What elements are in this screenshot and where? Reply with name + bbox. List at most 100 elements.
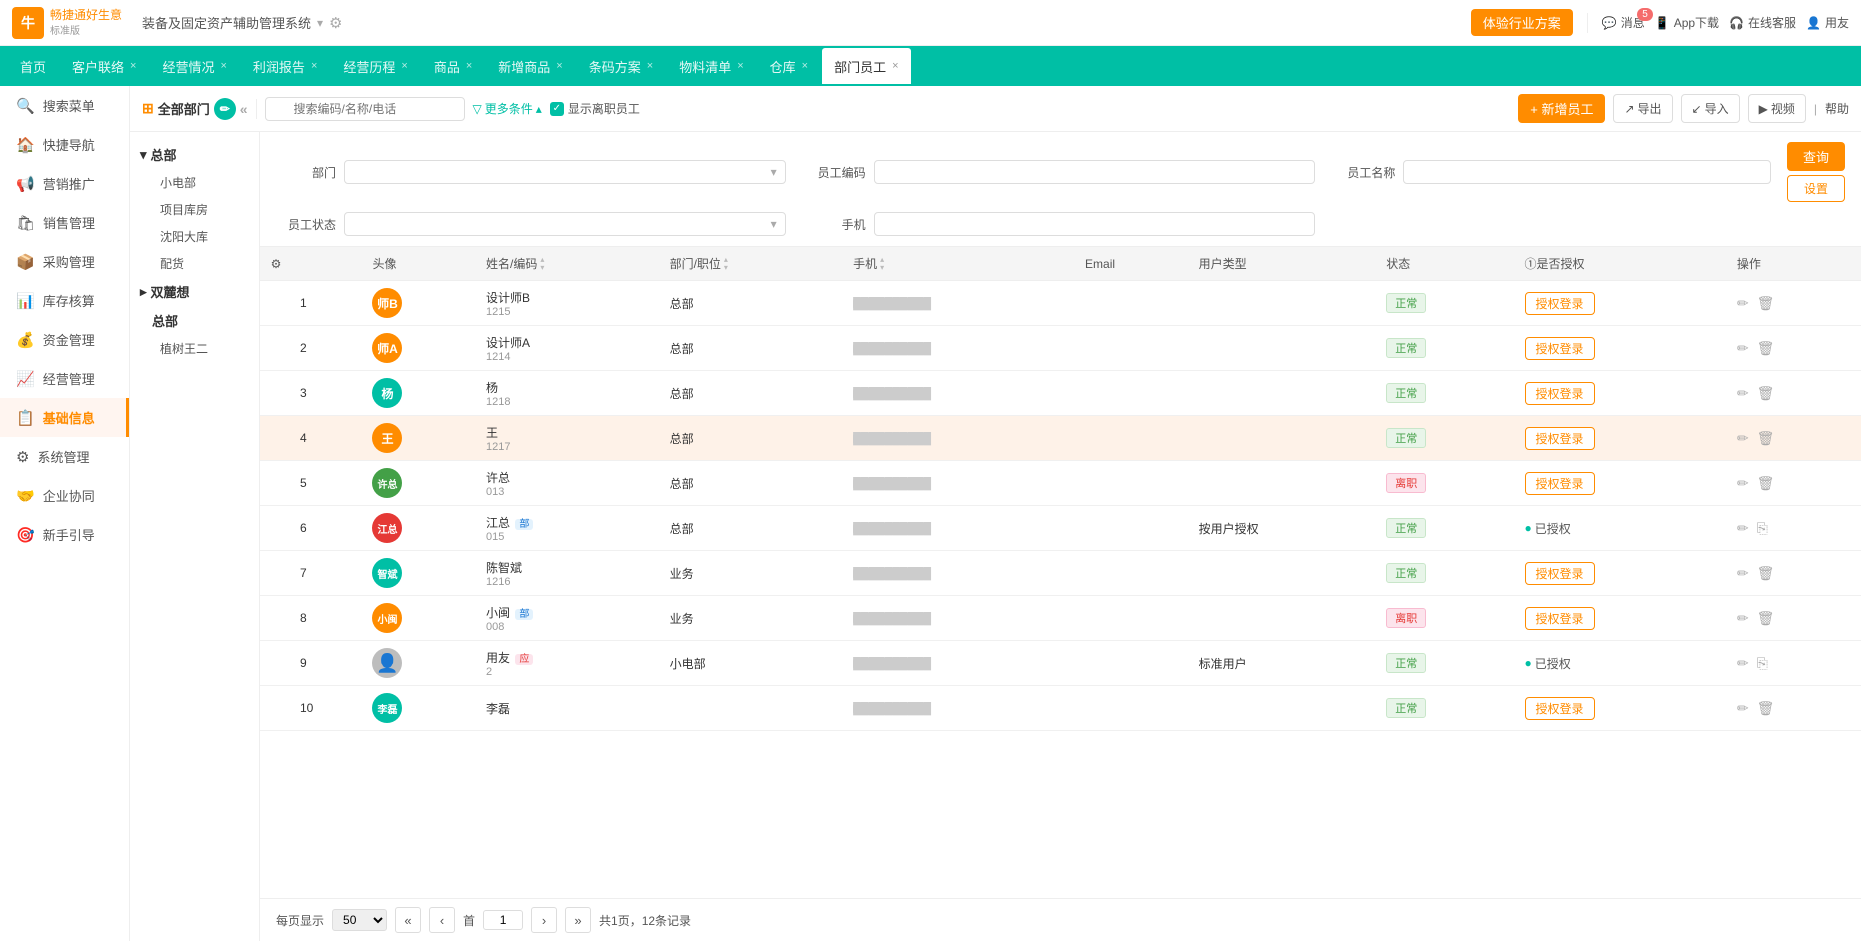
edit-btn[interactable]: ✏	[1737, 340, 1749, 357]
tab-goods[interactable]: 商品×	[422, 48, 484, 84]
online-service-btn[interactable]: 🎧 在线客服	[1729, 14, 1796, 31]
tab-close-addgoods[interactable]: ×	[556, 60, 562, 72]
message-btn[interactable]: 💬 消息 5	[1602, 14, 1645, 31]
tab-business-status[interactable]: 经营情况×	[150, 48, 238, 84]
tab-close-bstatus[interactable]: ×	[220, 60, 226, 72]
auth-login-btn[interactable]: 授权登录	[1525, 292, 1595, 315]
sidebar-item-marketing[interactable]: 📢 营销推广	[0, 164, 129, 203]
auth-login-btn[interactable]: 授权登录	[1525, 472, 1595, 495]
view-btn[interactable]: ▶ 视频	[1748, 94, 1806, 123]
help-label[interactable]: 帮助	[1825, 100, 1849, 117]
search-btn[interactable]: 查询	[1787, 142, 1845, 171]
dept-item-project-room[interactable]: 项目库房	[130, 196, 259, 223]
dept-select[interactable]: ▾	[344, 160, 786, 184]
next-page-btn[interactable]: ›	[531, 907, 557, 933]
dept-item-distribution[interactable]: 配货	[130, 250, 259, 277]
sidebar-item-basic-info[interactable]: 📋 基础信息	[0, 398, 129, 437]
show-resigned-toggle[interactable]: 显示离职员工	[550, 100, 640, 117]
edit-btn[interactable]: ✏	[1737, 295, 1749, 312]
tab-close-customer[interactable]: ×	[130, 60, 136, 72]
sidebar-item-search[interactable]: 🔍 搜索菜单	[0, 86, 129, 125]
per-page-select[interactable]: 50 100 200	[332, 909, 387, 931]
tab-customer[interactable]: 客户联络×	[60, 48, 148, 84]
tab-close-goods[interactable]: ×	[466, 60, 472, 72]
sidebar-item-enterprise[interactable]: 🤝 企业协同	[0, 476, 129, 515]
edit-dept-btn[interactable]: ✏	[214, 98, 236, 120]
sidebar-item-quick-nav[interactable]: 🏠 快捷导航	[0, 125, 129, 164]
last-page-btn[interactable]: »	[565, 907, 591, 933]
first-page-btn[interactable]: «	[395, 907, 421, 933]
edit-btn[interactable]: ✏	[1737, 430, 1749, 447]
auth-login-btn[interactable]: 授权登录	[1525, 562, 1595, 585]
tab-close-staff[interactable]: ×	[892, 60, 898, 72]
export-btn[interactable]: ↗ 导出	[1613, 94, 1672, 123]
edit-btn[interactable]: ✏	[1737, 655, 1749, 672]
tab-material[interactable]: 物料清单×	[667, 48, 755, 84]
sidebar-item-purchase[interactable]: 📦 采购管理	[0, 242, 129, 281]
dept-item-small-elec[interactable]: 小电部	[130, 169, 259, 196]
delete-btn[interactable]: 🗑	[1757, 385, 1775, 402]
dept-item-headquarters[interactable]: ▾ 总部	[130, 140, 259, 169]
dept-item-shenyang[interactable]: 沈阳大库	[130, 223, 259, 250]
tab-close-barcode[interactable]: ×	[647, 60, 653, 72]
help-icon[interactable]: |	[1814, 102, 1817, 116]
delete-btn[interactable]: 🗑	[1757, 700, 1775, 717]
dept-item-hq[interactable]: 总部	[130, 306, 259, 335]
edit-btn[interactable]: ✏	[1737, 700, 1749, 717]
delete-btn[interactable]: 🗑	[1757, 430, 1775, 447]
tab-warehouse[interactable]: 仓库×	[758, 48, 820, 84]
dept-item-double-dream[interactable]: ▸ 双麓想	[130, 277, 259, 306]
sidebar-item-operation[interactable]: 📈 经营管理	[0, 359, 129, 398]
delete-btn[interactable]: 🗑	[1757, 475, 1775, 492]
set-btn[interactable]: 设置	[1787, 175, 1845, 202]
dept-item-planting[interactable]: 植树王二	[130, 335, 259, 362]
copy-btn[interactable]: ⎘	[1757, 655, 1768, 672]
current-page-input[interactable]	[483, 910, 523, 930]
user-menu-btn[interactable]: 👤 用友	[1806, 14, 1849, 31]
tab-home[interactable]: 首页	[8, 48, 58, 84]
try-industry-btn[interactable]: 体验行业方案	[1471, 9, 1573, 36]
col-dept[interactable]: 部门/职位 ▴▾	[662, 247, 846, 281]
sidebar-item-sales[interactable]: 🛍 销售管理	[0, 203, 129, 242]
auth-login-btn[interactable]: 授权登录	[1525, 382, 1595, 405]
settings-icon[interactable]: ⚙	[329, 14, 342, 32]
edit-btn[interactable]: ✏	[1737, 385, 1749, 402]
edit-btn[interactable]: ✏	[1737, 565, 1749, 582]
auth-login-btn[interactable]: 授权登录	[1525, 697, 1595, 720]
emp-name-input[interactable]	[1403, 160, 1771, 184]
edit-btn[interactable]: ✏	[1737, 520, 1749, 537]
tab-close-material[interactable]: ×	[737, 60, 743, 72]
emp-code-input[interactable]	[874, 160, 1316, 184]
chevron-down-icon[interactable]: ▾	[317, 16, 323, 30]
col-phone[interactable]: 手机 ▴▾	[845, 247, 1077, 281]
sidebar-item-inventory[interactable]: 📊 库存核算	[0, 281, 129, 320]
auth-login-btn[interactable]: 授权登录	[1525, 607, 1595, 630]
edit-btn[interactable]: ✏	[1737, 610, 1749, 627]
phone-input[interactable]	[874, 212, 1316, 236]
tab-close-profit[interactable]: ×	[311, 60, 317, 72]
tab-close-warehouse[interactable]: ×	[802, 60, 808, 72]
copy-btn[interactable]: ⎘	[1757, 520, 1768, 537]
auth-login-btn[interactable]: 授权登录	[1525, 427, 1595, 450]
tab-bprocess[interactable]: 经营历程×	[331, 48, 419, 84]
delete-btn[interactable]: 🗑	[1757, 340, 1775, 357]
more-filter-btn[interactable]: ▽ 更多条件 ▴	[473, 100, 542, 117]
tab-profit[interactable]: 利润报告×	[241, 48, 329, 84]
delete-btn[interactable]: 🗑	[1757, 295, 1775, 312]
sidebar-item-system[interactable]: ⚙ 系统管理	[0, 437, 129, 476]
auth-login-btn[interactable]: 授权登录	[1525, 337, 1595, 360]
show-resigned-checkbox[interactable]	[550, 102, 564, 116]
tab-add-goods[interactable]: 新增商品×	[486, 48, 574, 84]
tab-staff[interactable]: 部门员工×	[822, 48, 910, 84]
col-name[interactable]: 姓名/编码 ▴▾	[478, 247, 662, 281]
col-settings[interactable]: ⚙	[260, 247, 292, 281]
tab-barcode[interactable]: 条码方案×	[577, 48, 665, 84]
app-download-btn[interactable]: 📱 App下载	[1655, 14, 1719, 31]
collapse-sidebar-btn[interactable]: «	[240, 101, 248, 117]
delete-btn[interactable]: 🗑	[1757, 565, 1775, 582]
add-employee-btn[interactable]: + 新增员工	[1518, 94, 1605, 123]
prev-page-btn[interactable]: ‹	[429, 907, 455, 933]
search-input[interactable]	[265, 97, 465, 121]
edit-btn[interactable]: ✏	[1737, 475, 1749, 492]
emp-status-select[interactable]: ▾	[344, 212, 786, 236]
